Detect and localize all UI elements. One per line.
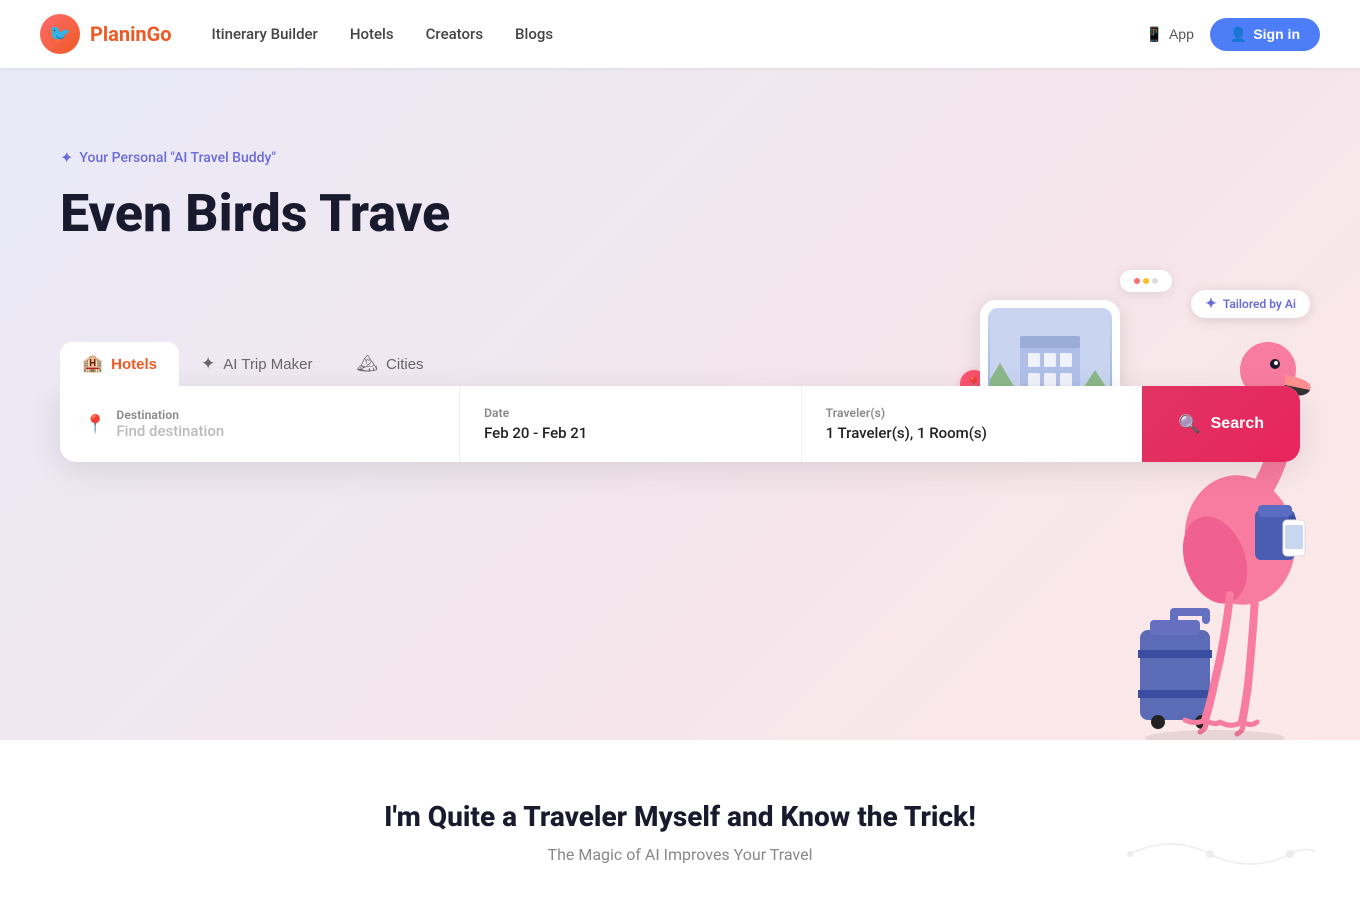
destination-field-content: Destination Find destination (116, 408, 224, 440)
hotels-tab[interactable]: 🏨 Hotels (60, 342, 179, 386)
itinerary-builder-link[interactable]: Itinerary Builder (212, 25, 318, 43)
bubble-dots (1134, 278, 1158, 284)
date-label: Date (484, 406, 777, 420)
logo-text: PlaninGo (90, 22, 172, 46)
navbar-right: 📱 App 👤 Sign in (1146, 18, 1320, 51)
dot-2 (1143, 278, 1149, 284)
flamingo-svg-wrap: ✦ Tailored by Ai 📍 📍 (960, 240, 1340, 740)
hero-section: ✦ Your Personal "AI Travel Buddy" Even B… (0, 0, 1360, 740)
date-value: Feb 20 - Feb 21 (484, 424, 777, 442)
date-field[interactable]: Date Feb 20 - Feb 21 (460, 386, 802, 462)
phone-icon: 📱 (1146, 26, 1163, 43)
sparkle-icon: ✦ (60, 148, 73, 167)
destination-value: Find destination (116, 422, 224, 440)
ai-trip-tab-icon: ✦ (201, 354, 215, 374)
search-tabs: 🏨 Hotels ✦ AI Trip Maker 🏔 Cities (60, 342, 1300, 386)
bottom-section: I'm Quite a Traveler Myself and Know the… (0, 740, 1360, 924)
search-panel: 📍 Destination Find destination Date Feb … (60, 386, 1300, 462)
navbar-left: 🐦 PlaninGo Itinerary Builder Hotels Crea… (40, 14, 553, 54)
search-box-area: 🏨 Hotels ✦ AI Trip Maker 🏔 Cities 📍 Dest… (0, 342, 1360, 462)
signin-button[interactable]: 👤 Sign in (1210, 18, 1320, 51)
navbar: 🐦 PlaninGo Itinerary Builder Hotels Crea… (0, 0, 1360, 68)
search-icon: 🔍 (1178, 414, 1200, 435)
search-button[interactable]: 🔍 Search (1142, 386, 1300, 462)
ai-trip-tab[interactable]: ✦ AI Trip Maker (179, 342, 334, 386)
bottom-title: I'm Quite a Traveler Myself and Know the… (384, 800, 976, 833)
bottom-subtitle: The Magic of AI Improves Your Travel (548, 845, 813, 864)
hotels-tab-icon: 🏨 (82, 354, 103, 374)
destination-field[interactable]: 📍 Destination Find destination (60, 386, 460, 462)
dot-1 (1134, 278, 1140, 284)
chat-bubble (1120, 270, 1172, 292)
travelers-field[interactable]: Traveler(s) 1 Traveler(s), 1 Room(s) (802, 386, 1143, 462)
logo-icon: 🐦 (40, 14, 80, 54)
hotels-link[interactable]: Hotels (350, 25, 394, 43)
logo[interactable]: 🐦 PlaninGo (40, 14, 172, 54)
pin-icon: 📍 (84, 414, 106, 435)
dot-3 (1152, 278, 1158, 284)
travelers-label: Traveler(s) (826, 406, 1119, 420)
creators-link[interactable]: Creators (426, 25, 483, 43)
blogs-link[interactable]: Blogs (515, 25, 553, 43)
hero-title: Even Birds Trave (60, 185, 620, 242)
nav-links: Itinerary Builder Hotels Creators Blogs (212, 25, 554, 43)
app-button[interactable]: 📱 App (1146, 26, 1194, 43)
travelers-value: 1 Traveler(s), 1 Room(s) (826, 424, 1119, 442)
ai-star-icon: ✦ (1205, 296, 1217, 312)
hero-content: ✦ Your Personal "AI Travel Buddy" Even B… (0, 68, 680, 342)
cities-tab[interactable]: 🏔 Cities (334, 342, 445, 386)
map-lines-decoration (1120, 824, 1320, 884)
user-icon: 👤 (1230, 26, 1247, 43)
cities-tab-icon: 🏔 (356, 354, 378, 374)
hero-badge: ✦ Your Personal "AI Travel Buddy" (60, 148, 276, 167)
destination-label: Destination (116, 408, 224, 422)
ai-badge: ✦ Tailored by Ai (1191, 290, 1310, 318)
